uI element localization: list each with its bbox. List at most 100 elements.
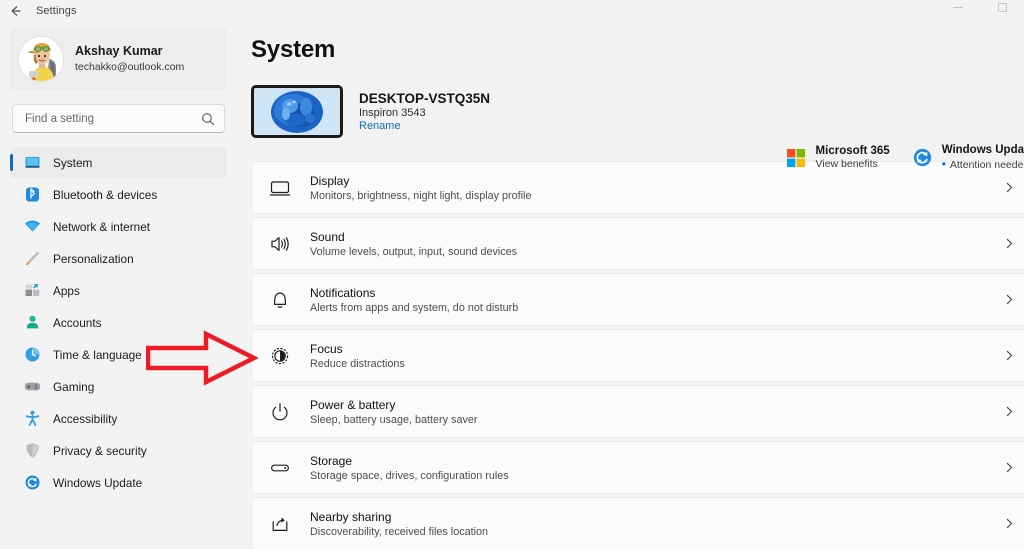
windows-update-text: Windows Upda Attention neede: [942, 144, 1024, 171]
minimize-button[interactable]: [936, 0, 980, 22]
settings-row-nearby-sharing[interactable]: Nearby sharing Discoverability, received…: [251, 497, 1024, 549]
sidebar-item-accounts[interactable]: Accounts: [10, 307, 227, 338]
chevron-right-icon: [997, 350, 1021, 361]
sidebar-item-network-internet[interactable]: Network & internet: [10, 211, 227, 242]
sidebar-item-label: System: [53, 155, 93, 170]
row-subtitle: Storage space, drives, configuration rul…: [310, 469, 509, 482]
bell-icon: [268, 288, 292, 312]
row-title: Focus: [310, 341, 343, 356]
title-bar: Settings: [0, 0, 1024, 22]
row-title: Nearby sharing: [310, 509, 392, 524]
settings-row-sound[interactable]: Sound Volume levels, output, input, soun…: [251, 217, 1024, 270]
settings-row-storage[interactable]: Storage Storage space, drives, configura…: [251, 441, 1024, 494]
info-cards: Microsoft 365 View benefits Windows Upda…: [786, 144, 1024, 171]
row-subtitle: Alerts from apps and system, do not dist…: [310, 301, 519, 314]
settings-window: Settings Akshay Kumar techakko@outlook.c…: [0, 0, 1024, 549]
speaker-icon: [268, 232, 292, 256]
rename-link[interactable]: Rename: [359, 120, 490, 132]
profile-name: Akshay Kumar: [75, 44, 163, 59]
settings-list: Display Monitors, brightness, night ligh…: [251, 161, 1024, 549]
microsoft-365-text: Microsoft 365 View benefits: [816, 145, 890, 170]
window-body: Akshay Kumar techakko@outlook.com Find a…: [0, 22, 1024, 549]
chevron-right-icon: [997, 294, 1021, 305]
search-area: [10, 104, 227, 133]
row-title: Notifications: [310, 285, 376, 300]
paintbrush-icon: [24, 250, 41, 267]
search-box[interactable]: [12, 104, 225, 133]
display-monitor-icon: [268, 176, 292, 200]
search-icon[interactable]: [201, 112, 215, 126]
row-subtitle: Sleep, battery usage, battery saver: [310, 413, 478, 426]
device-summary: DESKTOP-VSTQ35N Inspiron 3543 Rename Mic…: [251, 82, 1024, 171]
card-subtitle: View benefits: [815, 158, 878, 170]
search-input[interactable]: [25, 112, 201, 125]
windows-bloom-wallpaper: [251, 84, 343, 138]
windows-update-card[interactable]: Windows Upda Attention neede: [912, 144, 1024, 171]
power-icon: [268, 400, 292, 424]
sidebar-item-personalization[interactable]: Personalization: [10, 243, 227, 274]
bluetooth-icon: [24, 186, 41, 203]
focus-moon-icon: [268, 344, 292, 368]
chevron-right-icon: [997, 518, 1021, 529]
sidebar-item-label: Apps: [53, 283, 80, 298]
maximize-icon: [997, 2, 1007, 12]
microsoft-365-card[interactable]: Microsoft 365 View benefits: [786, 145, 890, 170]
row-text: Display Monitors, brightness, night ligh…: [310, 174, 997, 202]
device-name: DESKTOP-VSTQ35N: [359, 90, 491, 106]
row-text: Sound Volume levels, output, input, soun…: [310, 230, 997, 258]
sidebar: Akshay Kumar techakko@outlook.com Find a…: [0, 22, 237, 549]
sidebar-item-time-language[interactable]: Time & language: [10, 339, 227, 370]
apps-icon: [24, 282, 41, 299]
sidebar-item-privacy-security[interactable]: Privacy & security: [10, 435, 227, 466]
settings-row-power-battery[interactable]: Power & battery Sleep, battery usage, ba…: [251, 385, 1024, 438]
window-controls: [936, 0, 1024, 22]
sidebar-item-label: Accounts: [53, 315, 102, 330]
chevron-right-icon: [997, 238, 1021, 249]
monitor-icon: [24, 154, 41, 171]
person-icon: [24, 314, 41, 331]
storage-drive-icon: [268, 456, 292, 480]
microsoft-logo-icon: [786, 147, 807, 168]
chevron-right-icon: [997, 406, 1021, 417]
profile-text: Akshay Kumar techakko@outlook.com: [75, 44, 184, 74]
sidebar-item-accessibility[interactable]: Accessibility: [10, 403, 227, 434]
sidebar-item-system[interactable]: System: [10, 147, 227, 178]
row-title: Sound: [310, 229, 345, 244]
window-title: Settings: [36, 5, 77, 17]
sidebar-item-label: Time & language: [53, 347, 142, 362]
wifi-icon: [24, 218, 41, 235]
back-button[interactable]: [0, 1, 30, 21]
row-subtitle: Discoverability, received files location: [310, 525, 489, 538]
clock-icon: [24, 346, 41, 363]
settings-row-notifications[interactable]: Notifications Alerts from apps and syste…: [251, 273, 1024, 326]
sidebar-item-apps[interactable]: Apps: [10, 275, 227, 306]
chevron-right-icon: [997, 182, 1021, 193]
profile-email: techakko@outlook.com: [75, 61, 185, 74]
main-content: System DESKTOP-VSTQ35N Inspiron 3543 Ren…: [237, 22, 1024, 549]
sidebar-item-label: Gaming: [53, 379, 95, 394]
card-title: Microsoft 365: [815, 145, 890, 157]
profile-card[interactable]: Akshay Kumar techakko@outlook.com: [10, 28, 227, 90]
sidebar-item-label: Network & internet: [53, 219, 151, 234]
device-info: DESKTOP-VSTQ35N Inspiron 3543 Rename: [359, 91, 490, 132]
row-title: Display: [310, 173, 350, 188]
sidebar-item-gaming[interactable]: Gaming: [10, 371, 227, 402]
minimize-icon: [953, 6, 963, 8]
sidebar-item-bluetooth-devices[interactable]: Bluetooth & devices: [10, 179, 227, 210]
sidebar-item-windows-update[interactable]: Windows Update: [10, 467, 227, 498]
sidebar-item-label: Privacy & security: [53, 443, 147, 458]
row-text: Nearby sharing Discoverability, received…: [310, 510, 997, 538]
settings-row-focus[interactable]: Focus Reduce distractions: [251, 329, 1024, 382]
row-title: Power & battery: [310, 397, 396, 412]
share-icon: [268, 512, 292, 536]
maximize-button[interactable]: [980, 0, 1024, 22]
back-arrow-icon: [8, 4, 22, 18]
sidebar-nav: System Bluetooth & devices Network & int…: [10, 147, 227, 498]
accessibility-icon: [24, 410, 41, 427]
chevron-right-icon: [997, 462, 1021, 473]
shield-icon: [24, 442, 41, 459]
row-subtitle: Volume levels, output, input, sound devi…: [310, 245, 518, 258]
row-text: Storage Storage space, drives, configura…: [310, 454, 997, 482]
row-text: Notifications Alerts from apps and syste…: [310, 286, 997, 314]
sidebar-item-label: Accessibility: [53, 411, 118, 426]
